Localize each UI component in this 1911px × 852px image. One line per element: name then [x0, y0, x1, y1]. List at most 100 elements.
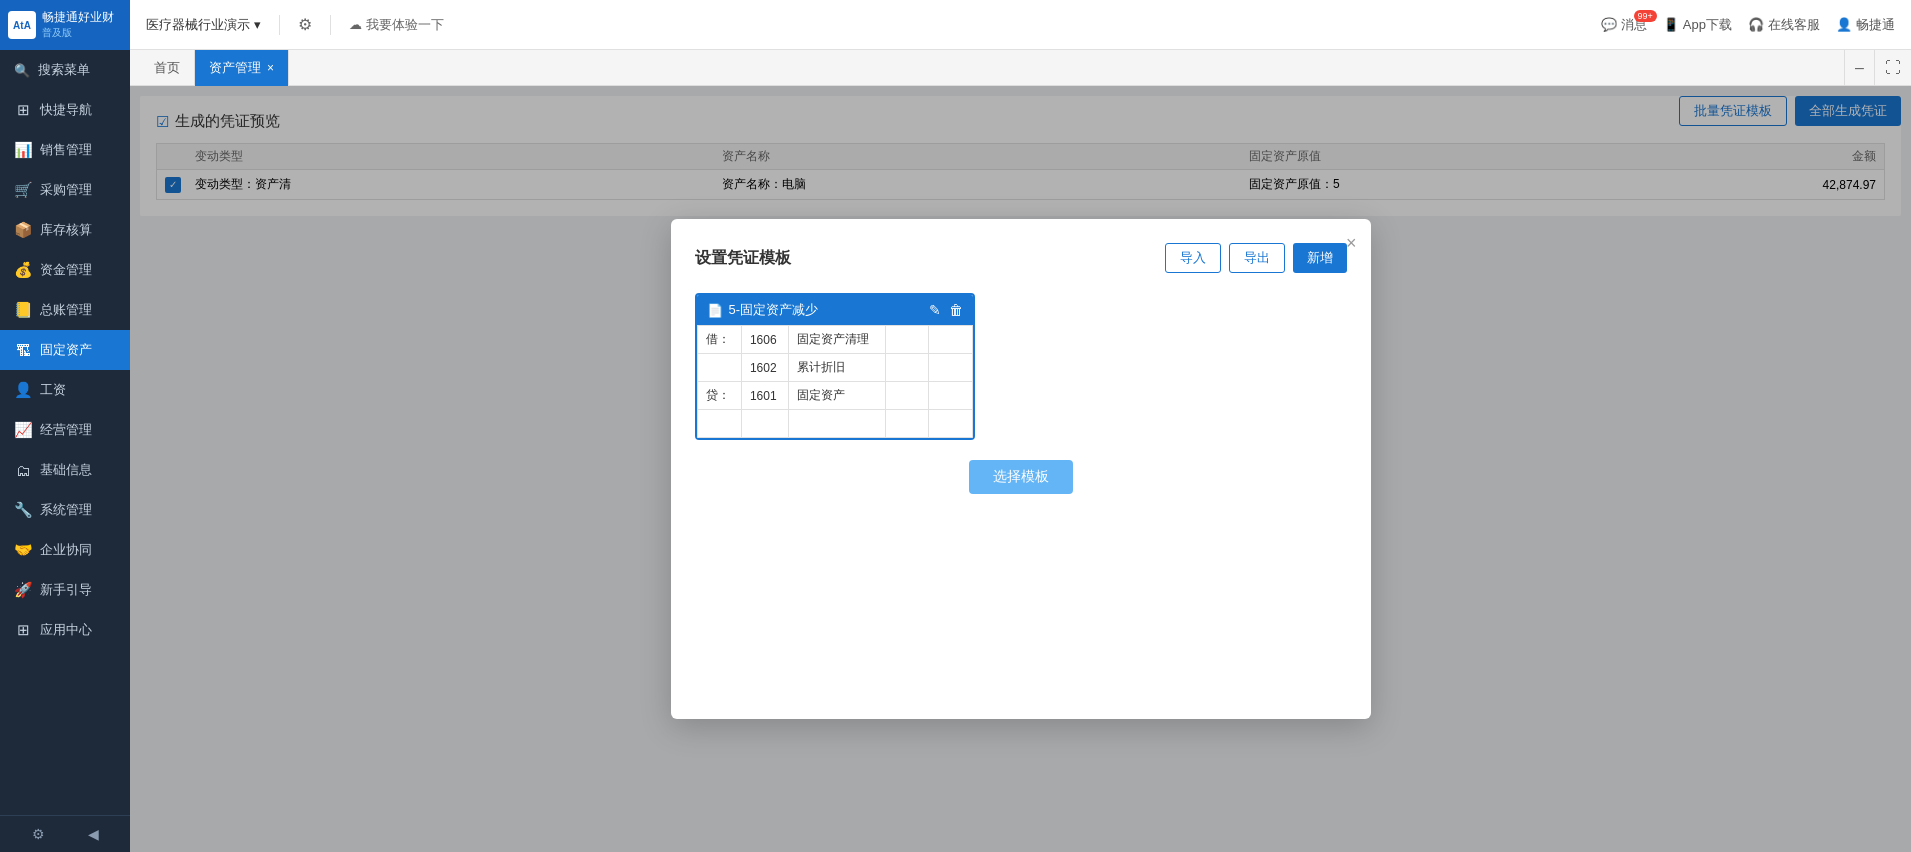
export-button[interactable]: 导出 — [1229, 243, 1285, 273]
sidebar-item-fixed-assets[interactable]: 🏗 固定资产 — [0, 330, 130, 370]
tab-asset-label: 资产管理 — [209, 59, 261, 77]
footer-collapse-icon[interactable]: ◀ — [88, 826, 99, 842]
sidebar-item-enterprise[interactable]: 🤝 企业协同 — [0, 530, 130, 570]
modal-close-button[interactable]: × — [1346, 233, 1357, 254]
app-name: 畅捷通好业财 — [42, 10, 114, 26]
modal-title: 设置凭证模板 — [695, 248, 791, 269]
sidebar-item-payroll[interactable]: 👤 工资 — [0, 370, 130, 410]
template-card: 📄 5-固定资产减少 ✎ 🗑 借： 1606 固定资产清理 16 — [695, 293, 975, 440]
cloud-icon: ☁ — [349, 17, 362, 32]
sidebar-item-quick-nav[interactable]: ⊞快捷导航 — [0, 90, 130, 130]
company-selector[interactable]: 医疗器械行业演示 ▾ — [146, 16, 261, 34]
sidebar-label-app-center: 应用中心 — [40, 621, 92, 639]
user-label: 畅捷通 — [1856, 16, 1895, 34]
tab-actions: – ⛶ — [1844, 50, 1911, 86]
enterprise-icon: 🤝 — [14, 541, 32, 559]
sidebar-item-guide[interactable]: 🚀 新手引导 — [0, 570, 130, 610]
sidebar-item-operations[interactable]: 📈经营管理 — [0, 410, 130, 450]
col4 — [929, 410, 972, 438]
sidebar-nav: ⊞快捷导航📊销售管理🛒采购管理📦库存核算💰资金管理📒总账管理🏗固定资产👤工资📈经… — [0, 90, 130, 815]
app-edition: 普及版 — [42, 26, 114, 40]
sidebar: AtA 畅捷通好业财 普及版 🔍 搜索菜单 ⊞快捷导航📊销售管理🛒采购管理📦库存… — [0, 0, 130, 852]
sidebar-footer: ⚙ ◀ — [0, 815, 130, 852]
template-delete-icon[interactable]: 🗑 — [949, 302, 963, 318]
search-label: 搜索菜单 — [38, 61, 90, 79]
col3 — [885, 326, 928, 354]
sidebar-label-payroll: 工资 — [40, 381, 66, 399]
sidebar-item-system[interactable]: 🔧系统管理 — [0, 490, 130, 530]
search-menu[interactable]: 🔍 搜索菜单 — [0, 50, 130, 90]
sidebar-label-quick-nav: 快捷导航 — [40, 101, 92, 119]
user-button[interactable]: 👤 畅捷通 — [1836, 16, 1895, 34]
headset-icon: 🎧 — [1748, 17, 1764, 32]
inventory-icon: 📦 — [14, 221, 32, 239]
tab-minimize-button[interactable]: – — [1844, 50, 1874, 86]
topbar-right: 💬 消息 99+ 📱 App下载 🎧 在线客服 👤 畅捷通 — [1601, 16, 1895, 34]
sidebar-item-basic-info[interactable]: 🗂基础信息 — [0, 450, 130, 490]
modal-overlay: 设置凭证模板 导入 导出 新增 × 📄 5-固定资产减少 — [130, 86, 1911, 852]
sidebar-item-inventory[interactable]: 📦 库存核算 — [0, 210, 130, 250]
sidebar-label-basic-info: 基础信息 — [40, 461, 92, 479]
template-table: 借： 1606 固定资产清理 1602 累计折旧 贷： 1601 固定资产 — [697, 325, 973, 438]
sidebar-label-sales: 销售管理 — [40, 141, 92, 159]
app-download-label: App下载 — [1683, 16, 1732, 34]
footer-settings-icon[interactable]: ⚙ — [32, 826, 45, 842]
tab-close-icon[interactable]: × — [267, 61, 274, 75]
app-download-button[interactable]: 📱 App下载 — [1663, 16, 1732, 34]
tab-maximize-button[interactable]: ⛶ — [1874, 50, 1911, 86]
col3 — [885, 410, 928, 438]
import-button[interactable]: 导入 — [1165, 243, 1221, 273]
sidebar-item-ledger[interactable]: 📒总账管理 — [0, 290, 130, 330]
phone-icon: 📱 — [1663, 17, 1679, 32]
trial-button[interactable]: ☁ 我要体验一下 — [349, 16, 444, 34]
settings-icon[interactable]: ⚙ — [298, 15, 312, 34]
template-row: 1602 累计折旧 — [697, 354, 972, 382]
col3 — [885, 354, 928, 382]
service-button[interactable]: 🎧 在线客服 — [1748, 16, 1820, 34]
entry-type: 贷： — [697, 382, 741, 410]
messages-badge: 99+ — [1634, 10, 1657, 22]
sidebar-item-finance[interactable]: 💰资金管理 — [0, 250, 130, 290]
entry-type — [697, 410, 741, 438]
tab-home[interactable]: 首页 — [140, 50, 195, 86]
message-icon: 💬 — [1601, 17, 1617, 32]
template-edit-icon[interactable]: ✎ — [929, 302, 941, 318]
account-code: 1602 — [741, 354, 788, 382]
col3 — [885, 382, 928, 410]
template-card-title: 📄 5-固定资产减少 — [707, 301, 819, 319]
service-label: 在线客服 — [1768, 16, 1820, 34]
fixed-assets-icon: 🏗 — [14, 342, 32, 359]
select-template-button[interactable]: 选择模板 — [969, 460, 1073, 494]
sidebar-label-guide: 新手引导 — [40, 581, 92, 599]
app-center-icon: ⊞ — [14, 621, 32, 639]
sidebar-label-inventory: 库存核算 — [40, 221, 92, 239]
user-icon: 👤 — [1836, 17, 1852, 32]
sidebar-label-fixed-assets: 固定资产 — [40, 341, 92, 359]
sidebar-item-app-center[interactable]: ⊞ 应用中心 — [0, 610, 130, 650]
new-button[interactable]: 新增 — [1293, 243, 1347, 273]
sidebar-item-purchase[interactable]: 🛒采购管理 — [0, 170, 130, 210]
trial-label: 我要体验一下 — [366, 16, 444, 34]
col4 — [929, 354, 972, 382]
set-template-modal: 设置凭证模板 导入 导出 新增 × 📄 5-固定资产减少 — [671, 219, 1371, 719]
account-code — [741, 410, 788, 438]
sidebar-label-finance: 资金管理 — [40, 261, 92, 279]
account-subject: 固定资产清理 — [789, 326, 885, 354]
sidebar-label-enterprise: 企业协同 — [40, 541, 92, 559]
tab-asset-mgmt[interactable]: 资产管理 × — [195, 50, 289, 86]
topbar-divider — [279, 15, 280, 35]
col4 — [929, 382, 972, 410]
messages-button[interactable]: 💬 消息 99+ — [1601, 16, 1647, 34]
entry-type: 借： — [697, 326, 741, 354]
guide-icon: 🚀 — [14, 581, 32, 599]
account-code: 1606 — [741, 326, 788, 354]
sales-icon: 📊 — [14, 141, 32, 159]
template-card-actions: ✎ 🗑 — [929, 302, 963, 318]
sidebar-item-sales[interactable]: 📊 销售管理 — [0, 130, 130, 170]
sidebar-label-purchase: 采购管理 — [40, 181, 92, 199]
sidebar-label-operations: 经营管理 — [40, 421, 92, 439]
search-icon: 🔍 — [14, 63, 30, 78]
entry-type — [697, 354, 741, 382]
col4 — [929, 326, 972, 354]
payroll-icon: 👤 — [14, 381, 32, 399]
